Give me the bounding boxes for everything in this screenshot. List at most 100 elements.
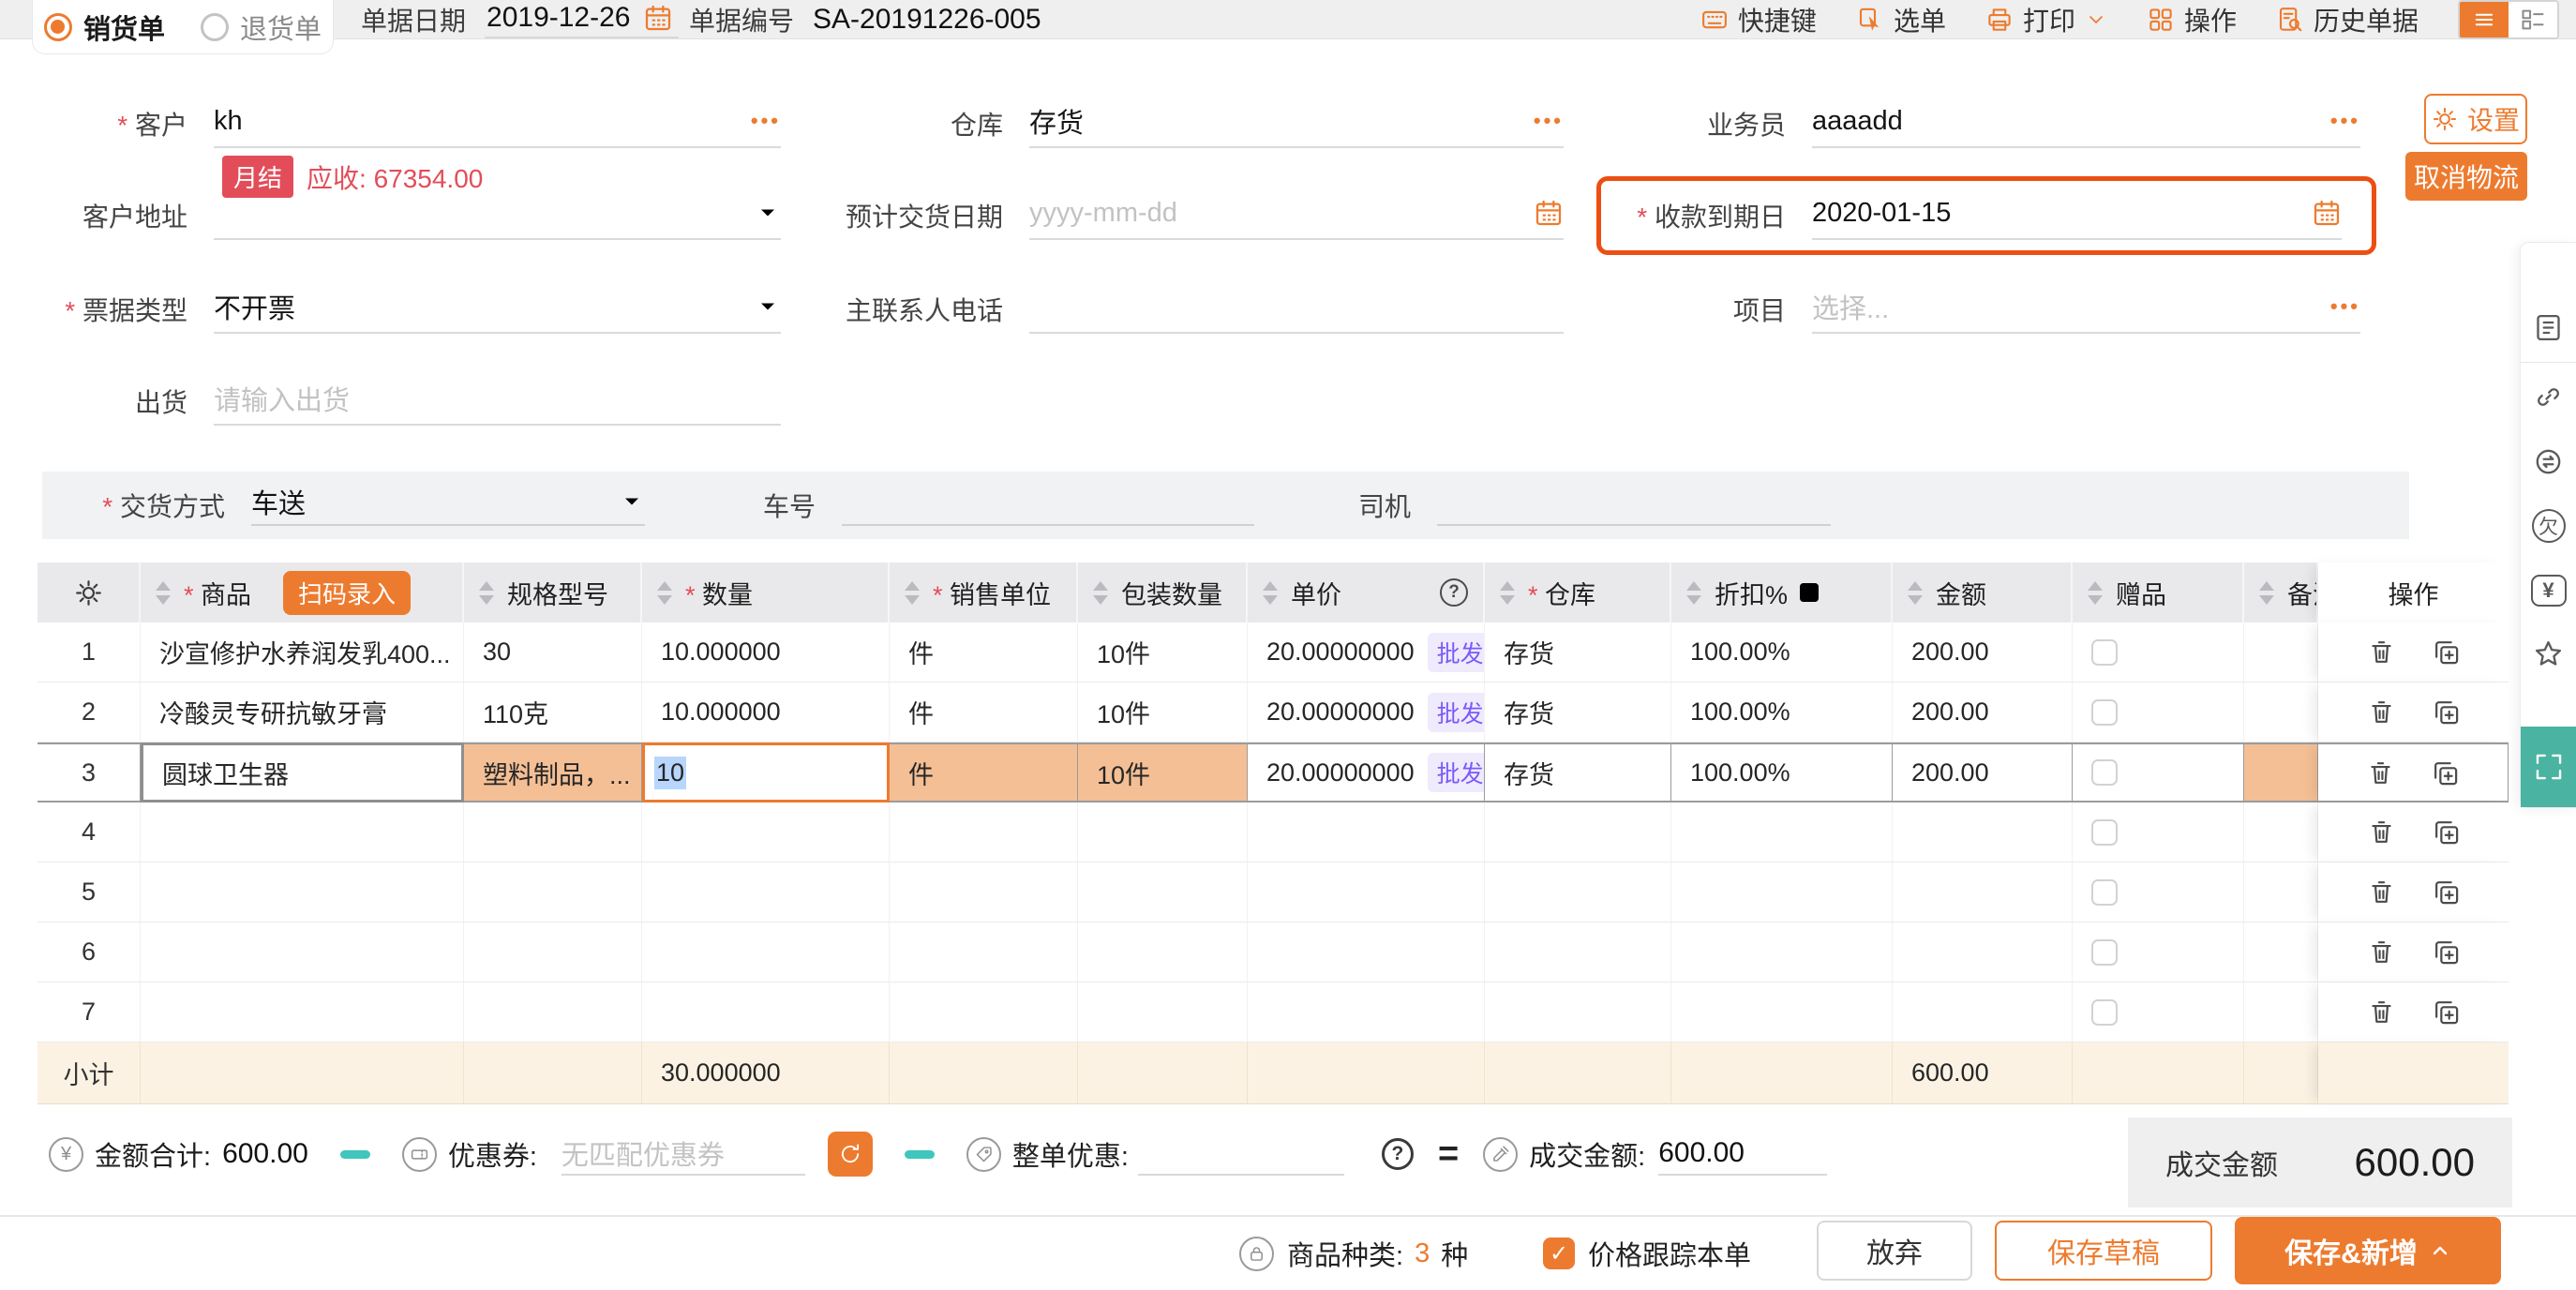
cell-discount[interactable] [1671,982,1893,1042]
cell-spec[interactable] [464,922,642,982]
cell-gift[interactable] [2073,922,2244,982]
warehouse-value[interactable]: 存货 [1029,101,1526,141]
detail-view-button[interactable] [2509,2,2557,38]
copy-row-icon[interactable] [2431,758,2460,788]
customer-address-field[interactable]: 客户地址 [37,188,781,240]
cell-pack[interactable] [1078,862,1248,922]
cell-spec[interactable]: 塑料制品，... [464,742,642,802]
cell-spec[interactable] [464,862,642,922]
radio-sales-order[interactable]: 销货单 [43,8,165,47]
cell-gift[interactable] [2073,982,2244,1042]
sort-icon[interactable] [1093,580,1108,605]
delete-row-icon[interactable] [2367,938,2396,967]
abandon-button[interactable]: 放弃 [1817,1221,1972,1281]
sort-icon[interactable] [2259,580,2274,605]
note-icon[interactable] [2533,312,2564,343]
cell-gift[interactable] [2073,862,2244,922]
copy-row-icon[interactable] [2432,638,2461,667]
cell-amount[interactable]: 200.00 [1893,742,2073,802]
delete-row-icon[interactable] [2367,998,2396,1027]
chevron-down-icon[interactable] [755,293,781,320]
expected-delivery-placeholder[interactable]: yyyy-mm-dd [1029,198,1526,229]
cell-warehouse[interactable]: 存货 [1485,742,1671,802]
cell-price[interactable] [1248,862,1485,922]
cell-unit[interactable]: 件 [890,742,1078,802]
cell-qty[interactable] [642,982,890,1042]
cell-amount[interactable] [1893,982,2073,1042]
cell-product[interactable] [141,982,464,1042]
delete-row-icon[interactable] [2367,638,2396,667]
cell-remark[interactable] [2244,742,2318,802]
cell-price[interactable]: 20.00000000 批发 [1248,682,1485,742]
calendar-icon[interactable] [643,3,673,33]
more-icon[interactable]: ••• [751,109,781,133]
delete-row-icon[interactable] [2367,878,2396,907]
save-and-new-button[interactable]: 保存&新增 [2235,1217,2501,1284]
qty-edit-cell[interactable]: 10 [642,742,890,802]
sort-icon[interactable] [1263,580,1278,605]
col-header-qty[interactable]: 数量 [642,562,890,622]
cell-qty[interactable]: 10.000000 [642,682,890,742]
list-view-button[interactable] [2460,2,2509,38]
cell-remark[interactable] [2244,982,2318,1042]
cell-spec[interactable] [464,982,642,1042]
gift-checkbox[interactable] [2091,938,2118,966]
warehouse-field[interactable]: 仓库 存货 ••• [806,96,1564,148]
gift-checkbox[interactable] [2091,638,2118,666]
col-header-product[interactable]: 商品扫码录入 [141,562,464,622]
chevron-down-icon[interactable] [755,200,781,226]
col-header-gift[interactable]: 赠品 [2073,562,2244,622]
scan-entry-button[interactable]: 扫码录入 [283,570,412,615]
cell-spec[interactable] [464,802,642,862]
question-icon[interactable]: ? [1440,578,1468,607]
yen-ticket-icon[interactable]: ¥ [2530,575,2567,607]
cell-spec[interactable]: 30 [464,622,642,682]
cell-price[interactable]: 20.00000000 批发 [1248,742,1485,802]
cell-unit[interactable]: 件 [890,622,1078,682]
exchange-icon[interactable] [2533,446,2564,477]
col-header-amount[interactable]: 金额 [1893,562,2073,622]
col-header-unit[interactable]: 销售单位 [890,562,1078,622]
invoice-type-value[interactable]: 不开票 [214,287,747,326]
cell-spec[interactable]: 110克 [464,682,642,742]
salesman-value[interactable]: aaaadd [1812,106,2323,137]
gift-checkbox[interactable] [2091,698,2118,726]
payment-due-field[interactable]: 收款到期日 2020-01-15 [1612,188,2342,240]
print-button[interactable]: 打印 [1985,1,2107,38]
copy-row-icon[interactable] [2432,698,2461,727]
cell-discount[interactable]: 100.00% [1671,742,1893,802]
cell-remark[interactable] [2244,802,2318,862]
copy-row-icon[interactable] [2432,998,2461,1027]
project-placeholder[interactable]: 选择... [1812,287,2323,326]
payment-due-value[interactable]: 2020-01-15 [1812,198,2304,229]
coupon-value[interactable]: 无匹配优惠券 [561,1132,805,1176]
col-header-price[interactable]: 单价? [1248,562,1485,622]
sort-icon[interactable] [479,580,494,605]
cell-warehouse[interactable]: 存货 [1485,622,1671,682]
project-field[interactable]: 项目 选择... ••• [1594,281,2360,334]
sort-icon[interactable] [2088,580,2103,605]
sort-icon[interactable] [1686,580,1701,605]
order-discount-input[interactable] [1137,1132,1344,1176]
col-header-warehouse[interactable]: 仓库 [1485,562,1671,622]
cell-unit[interactable] [890,982,1078,1042]
cell-amount[interactable] [1893,802,2073,862]
refresh-coupon-button[interactable] [827,1132,873,1177]
settings-button[interactable]: 设置 [2424,94,2527,144]
invoice-type-field[interactable]: 票据类型 不开票 [37,281,781,334]
cell-amount[interactable] [1893,862,2073,922]
table-settings-button[interactable] [37,562,141,622]
cell-pack[interactable] [1078,982,1248,1042]
operations-button[interactable]: 操作 [2147,1,2237,38]
cell-warehouse[interactable]: 存货 [1485,682,1671,742]
cell-price[interactable] [1248,982,1485,1042]
cell-gift[interactable] [2073,622,2244,682]
vehicle-no-field[interactable]: 车号 [726,479,1254,526]
copy-row-icon[interactable] [2432,818,2461,847]
chevron-down-icon[interactable] [619,488,645,515]
gift-checkbox[interactable] [2091,759,2118,786]
calendar-icon[interactable] [1534,198,1564,228]
more-icon[interactable]: ••• [2330,294,2360,319]
cell-price[interactable] [1248,802,1485,862]
checkbox-checked-icon[interactable]: ✓ [1543,1238,1575,1269]
